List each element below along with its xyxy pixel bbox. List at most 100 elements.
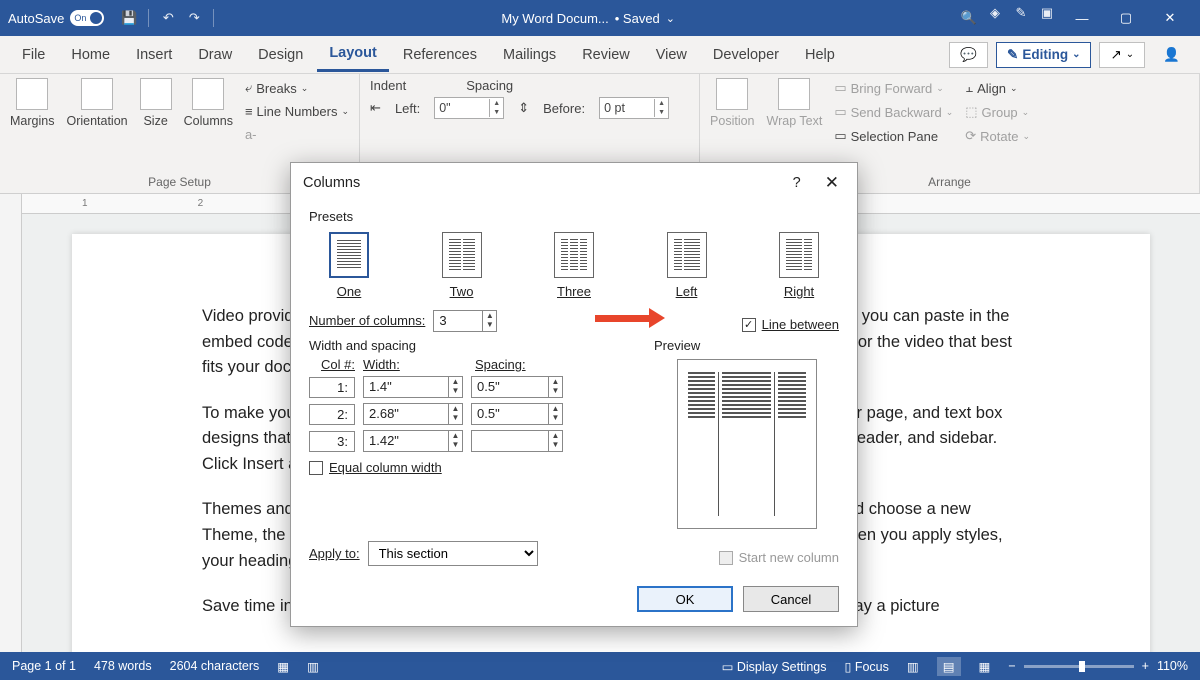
breaks-button[interactable]: ⤶Breaks⌄ (245, 78, 349, 98)
columns-dialog: Columns ? ✕ Presets One Two Three Left R… (290, 162, 858, 627)
toggle-on-icon: On (70, 10, 104, 26)
orientation-button[interactable]: Orientation (66, 78, 127, 128)
tab-references[interactable]: References (391, 39, 489, 71)
print-layout-icon[interactable]: ▤ (937, 657, 961, 676)
autosave-toggle[interactable]: AutoSave On (8, 10, 104, 26)
save-icon[interactable]: 💾 (116, 5, 142, 31)
spacing-label: Spacing (466, 78, 513, 93)
tab-insert[interactable]: Insert (124, 39, 184, 71)
position-button[interactable]: Position (710, 78, 754, 128)
tab-developer[interactable]: Developer (701, 39, 791, 71)
tab-design[interactable]: Design (246, 39, 315, 71)
tab-layout[interactable]: Layout (317, 37, 389, 72)
preset-three[interactable]: Three (554, 232, 594, 299)
word-count[interactable]: 478 words (94, 659, 152, 673)
tab-file[interactable]: File (10, 39, 57, 71)
preset-left[interactable]: Left (667, 232, 707, 299)
zoom-in-icon[interactable]: + (1142, 659, 1149, 673)
align-icon: ⫠ (965, 80, 973, 96)
display-settings-button[interactable]: ▭ Display Settings (722, 659, 827, 674)
vertical-ruler[interactable] (0, 194, 22, 652)
user-icon[interactable]: 👤 (1153, 43, 1190, 67)
align-button[interactable]: ⫠Align⌄ (965, 78, 1030, 98)
line-between-checkbox[interactable]: Line between (742, 317, 839, 332)
tab-draw[interactable]: Draw (186, 39, 244, 71)
indent-left-input[interactable]: 0"▲▼ (434, 97, 504, 119)
margins-button[interactable]: Margins (10, 78, 54, 128)
editing-mode-button[interactable]: ✎ Editing ⌄ (996, 42, 1091, 68)
forward-icon: ▭ (834, 80, 846, 96)
cancel-button[interactable]: Cancel (743, 586, 839, 612)
tab-home[interactable]: Home (59, 39, 122, 71)
comments-button[interactable]: 💬 (949, 42, 988, 68)
line-numbers-button[interactable]: ≡Line Numbers⌄ (245, 102, 349, 121)
linenum-icon: ≡ (245, 104, 253, 119)
rotate-button[interactable]: ⟳Rotate⌄ (965, 126, 1030, 146)
chevron-down-icon[interactable]: ⌄ (666, 12, 675, 25)
help-icon[interactable]: ? (793, 175, 801, 191)
preset-two[interactable]: Two (442, 232, 482, 299)
wand-icon[interactable]: ✎ (1008, 0, 1034, 26)
minimize-button[interactable]: — (1060, 0, 1104, 36)
share-button[interactable]: ↗⌄ (1099, 42, 1145, 68)
redo-icon[interactable]: ↷ (181, 5, 207, 31)
bring-forward-button[interactable]: ▭Bring Forward⌄ (834, 78, 953, 98)
num-columns-input[interactable]: 3▲▼ (433, 310, 497, 332)
preset-one[interactable]: One (329, 232, 369, 299)
rotate-icon: ⟳ (965, 128, 976, 144)
statusbar: Page 1 of 1 478 words 2604 characters ▦ … (0, 652, 1200, 680)
size-button[interactable]: Size (140, 78, 172, 128)
page-count[interactable]: Page 1 of 1 (12, 659, 76, 673)
num-columns-label: Number of columns: (309, 313, 425, 328)
zoom-level[interactable]: 110% (1157, 659, 1188, 673)
tab-review[interactable]: Review (570, 39, 642, 71)
selection-pane-button[interactable]: ▭Selection Pane (834, 126, 953, 146)
selection-icon: ▭ (834, 128, 846, 144)
preview-box (677, 359, 817, 529)
backward-icon: ▭ (834, 104, 846, 120)
width-2-input[interactable]: 2.68"▲▼ (363, 403, 463, 425)
zoom-slider[interactable]: − + 110% (1008, 659, 1188, 673)
width-1-input[interactable]: 1.4"▲▼ (363, 376, 463, 398)
columns-button[interactable]: Columns (184, 78, 233, 128)
spacing-2-input[interactable]: 0.5"▲▼ (471, 403, 563, 425)
hyphenation-button[interactable]: a- (245, 125, 349, 144)
wrap-text-button[interactable]: Wrap Text (767, 78, 823, 128)
breaks-icon: ⤶ (245, 80, 252, 96)
undo-icon[interactable]: ↶ (155, 5, 181, 31)
zoom-out-icon[interactable]: − (1008, 659, 1015, 673)
spacing-1-input[interactable]: 0.5"▲▼ (471, 376, 563, 398)
ok-button[interactable]: OK (637, 586, 733, 612)
left-label: Left: (395, 101, 420, 116)
spacing-before-input[interactable]: 0 pt▲▼ (599, 97, 669, 119)
chevron-down-icon: ⌄ (1072, 49, 1080, 60)
accessibility-icon[interactable]: ▥ (307, 659, 319, 674)
close-icon[interactable]: ✕ (819, 171, 845, 195)
start-new-column-checkbox: Start new column (719, 550, 839, 565)
diamond-icon[interactable]: ◈ (982, 0, 1008, 26)
web-layout-icon[interactable]: ▦ (979, 659, 991, 674)
read-mode-icon[interactable]: ▥ (907, 659, 919, 674)
focus-button[interactable]: ▯ Focus (844, 659, 888, 674)
group-button[interactable]: ⬚Group⌄ (965, 102, 1030, 122)
width-header: Width: (363, 357, 467, 372)
preview-label: Preview (654, 338, 839, 353)
tab-mailings[interactable]: Mailings (491, 39, 568, 71)
orientation-icon (81, 78, 113, 110)
panel-icon[interactable]: ▣ (1034, 0, 1060, 26)
apply-to-select[interactable]: This section (368, 541, 538, 566)
search-icon[interactable]: 🔍 (956, 5, 982, 31)
equal-width-checkbox[interactable]: Equal column width (309, 460, 626, 475)
spacing-header: Spacing: (475, 357, 571, 372)
preset-right[interactable]: Right (779, 232, 819, 299)
maximize-button[interactable]: ▢ (1104, 0, 1148, 36)
spacing-3-input[interactable]: ▲▼ (471, 430, 563, 452)
char-count[interactable]: 2604 characters (170, 659, 260, 673)
dialog-titlebar[interactable]: Columns ? ✕ (291, 163, 857, 203)
tab-view[interactable]: View (644, 39, 699, 71)
send-backward-button[interactable]: ▭Send Backward⌄ (834, 102, 953, 122)
macro-icon[interactable]: ▦ (277, 659, 289, 674)
tab-help[interactable]: Help (793, 39, 847, 71)
close-button[interactable]: ✕ (1148, 0, 1192, 36)
width-3-input[interactable]: 1.42"▲▼ (363, 430, 463, 452)
